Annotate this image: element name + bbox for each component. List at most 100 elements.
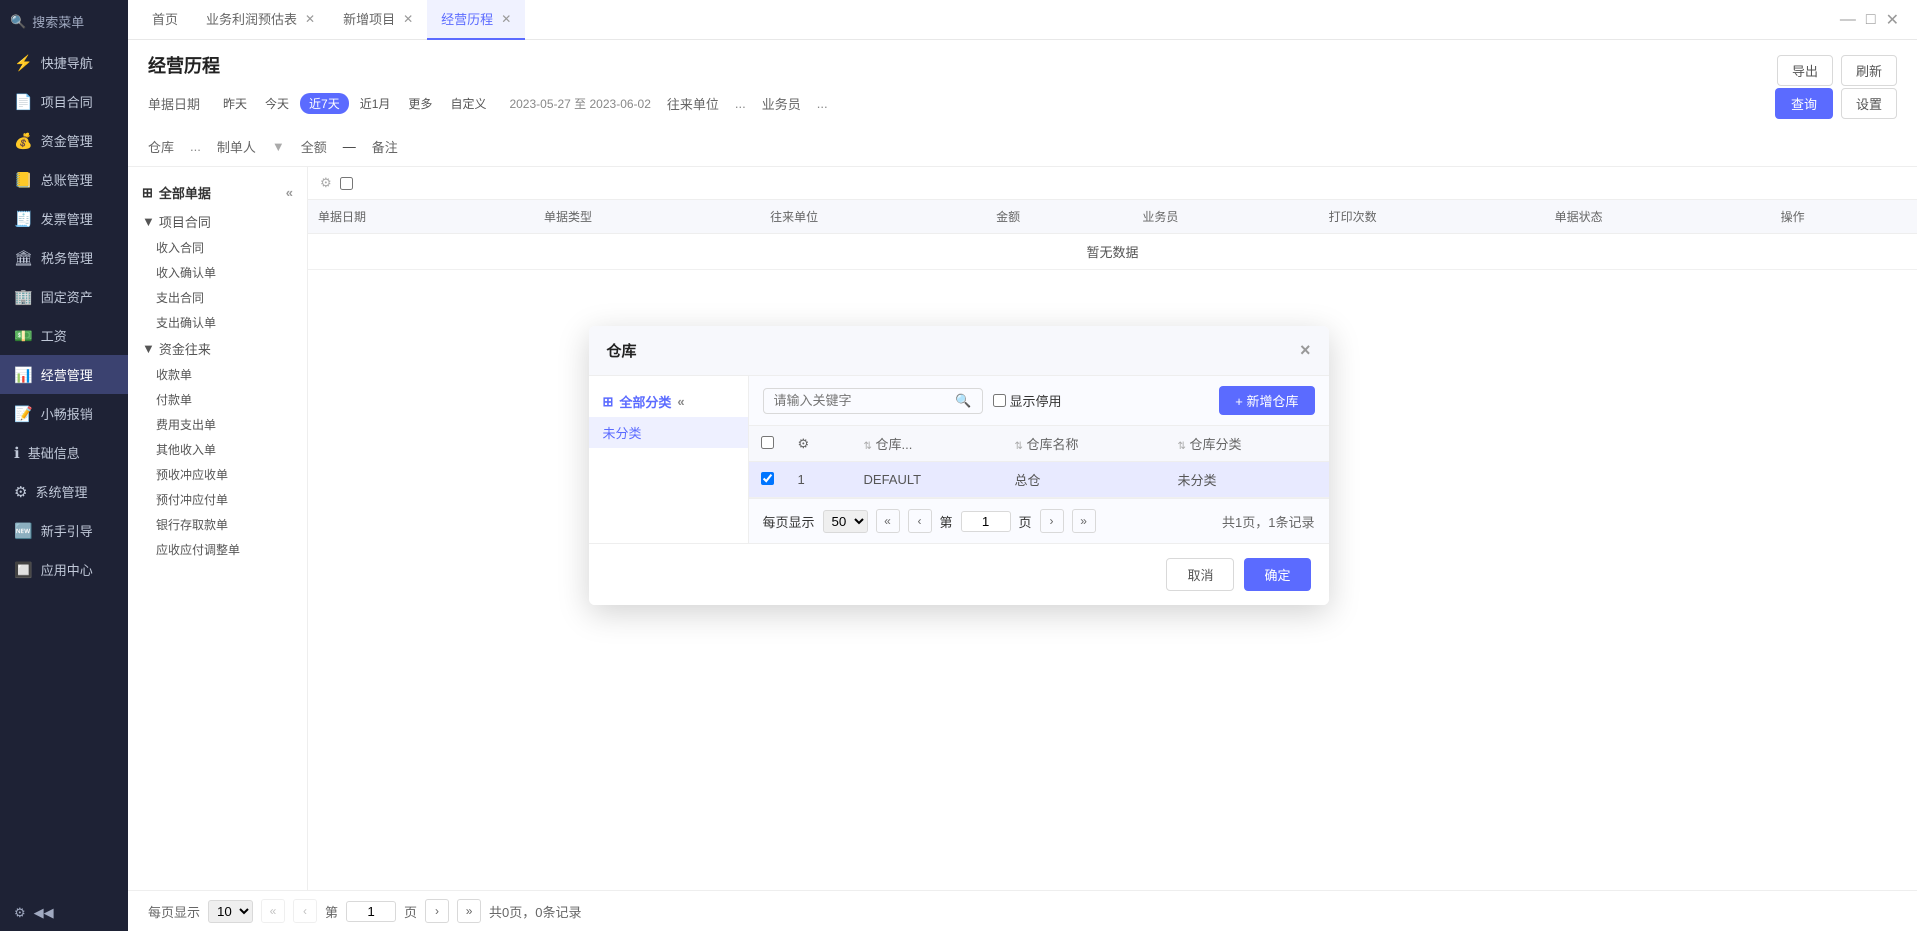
- export-button[interactable]: 导出: [1777, 55, 1833, 86]
- gear-settings-icon[interactable]: ⚙: [320, 175, 332, 191]
- sidebar-item-basic-info[interactable]: ℹ基础信息: [0, 433, 128, 472]
- show-disabled-checkbox[interactable]: [993, 394, 1006, 407]
- nav-child-支出合同[interactable]: 支出合同: [128, 285, 307, 310]
- sidebar-item-invoice-management[interactable]: 🧾发票管理: [0, 199, 128, 238]
- sidebar-item-new-guide[interactable]: 🆕新手引导: [0, 511, 128, 550]
- settings-button[interactable]: 设置: [1841, 88, 1897, 119]
- nav-child-付款单[interactable]: 付款单: [128, 387, 307, 412]
- nav-child-费用支出单[interactable]: 费用支出单: [128, 412, 307, 437]
- row-id: 1: [786, 462, 852, 498]
- nav-child-预付冲应付单[interactable]: 预付冲应付单: [128, 487, 307, 512]
- next-page-btn[interactable]: ›: [425, 899, 449, 923]
- maximize-icon[interactable]: □: [1866, 11, 1876, 29]
- modal-last-page[interactable]: »: [1072, 509, 1096, 533]
- add-warehouse-button[interactable]: + 新增仓库: [1219, 386, 1314, 415]
- modal-left-header: ⊞ 全部分类 «: [589, 386, 748, 417]
- date-btn-更多[interactable]: 更多: [401, 93, 439, 114]
- page-suffix: 页: [404, 902, 417, 921]
- page-input[interactable]: [346, 901, 396, 922]
- page-title: 经营历程: [148, 52, 220, 78]
- salesperson-more[interactable]: ...: [817, 96, 828, 111]
- modal-search-input[interactable]: [774, 393, 952, 408]
- sidebar-item-business-management[interactable]: 📊经营管理: [0, 355, 128, 394]
- amount-dash: —: [343, 139, 356, 154]
- cancel-button[interactable]: 取消: [1166, 558, 1234, 591]
- sidebar-item-wages[interactable]: 💵工资: [0, 316, 128, 355]
- modal-select-all[interactable]: [761, 436, 774, 449]
- nav-child-支出确认单[interactable]: 支出确认单: [128, 310, 307, 335]
- modal-prev-page[interactable]: ‹: [908, 509, 932, 533]
- first-page-btn[interactable]: «: [261, 899, 285, 923]
- row-checkbox[interactable]: [761, 472, 774, 485]
- confirm-button[interactable]: 确定: [1244, 558, 1310, 591]
- sidebar-search[interactable]: 🔍 搜索菜单: [0, 0, 128, 43]
- nav-child-银行存取款单[interactable]: 银行存取款单: [128, 512, 307, 537]
- th-warehouse-category[interactable]: ⇅ 仓库分类: [1166, 426, 1329, 462]
- modal-next-page[interactable]: ›: [1040, 509, 1064, 533]
- settings-icon[interactable]: ⚙: [14, 905, 26, 921]
- left-nav-collapse[interactable]: «: [286, 185, 293, 200]
- show-disabled-label: 显示停用: [993, 391, 1062, 410]
- modal-first-page[interactable]: «: [876, 509, 900, 533]
- prev-page-btn[interactable]: ‹: [293, 899, 317, 923]
- partner-more[interactable]: ...: [735, 96, 746, 111]
- date-btn-自定义[interactable]: 自定义: [443, 93, 493, 114]
- sidebar-item-system-management[interactable]: ⚙系统管理: [0, 472, 128, 511]
- select-all-checkbox[interactable]: [340, 177, 353, 190]
- date-btn-昨天[interactable]: 昨天: [216, 93, 254, 114]
- th-warehouse-name[interactable]: ⇅ 仓库名称: [1003, 426, 1166, 462]
- sound-icon[interactable]: ◀◀: [34, 905, 54, 921]
- tab-close-new-project[interactable]: ✕: [403, 12, 413, 26]
- sidebar-item-xiaochang-report[interactable]: 📝小畅报销: [0, 394, 128, 433]
- table-head: 单据日期单据类型往来单位金额业务员打印次数单据状态操作: [308, 200, 1917, 234]
- per-page-select[interactable]: 10 20 50: [208, 900, 253, 923]
- modal-left-collapse[interactable]: «: [677, 394, 684, 409]
- nav-child-应收应付调整单[interactable]: 应收应付调整单: [128, 537, 307, 562]
- tab-home[interactable]: 首页: [138, 0, 192, 40]
- nav-child-收款单[interactable]: 收款单: [128, 362, 307, 387]
- nav-child-收入确认单[interactable]: 收入确认单: [128, 260, 307, 285]
- modal-category-未分类[interactable]: 未分类: [589, 417, 748, 448]
- nav-section-资金往来[interactable]: ▼资金往来: [128, 335, 307, 362]
- date-btn-今天[interactable]: 今天: [258, 93, 296, 114]
- date-btn-近7天[interactable]: 近7天: [300, 93, 349, 114]
- creator-dropdown[interactable]: ▼: [272, 139, 285, 154]
- th-category-label: 仓库分类: [1190, 437, 1242, 452]
- table-row: 暂无数据: [308, 234, 1917, 270]
- tab-profit-estimate[interactable]: 业务利润预估表✕: [192, 0, 329, 40]
- sidebar-item-fixed-assets[interactable]: 🏢固定资产: [0, 277, 128, 316]
- app-center-icon: 🔲: [14, 561, 33, 579]
- sidebar-item-tax-management[interactable]: 🏛税务管理: [0, 238, 128, 277]
- date-btn-近1月[interactable]: 近1月: [353, 93, 398, 114]
- last-page-btn[interactable]: »: [457, 899, 481, 923]
- all-docs-label[interactable]: 全部单据: [159, 183, 211, 202]
- minimize-icon[interactable]: —: [1840, 11, 1856, 29]
- refresh-button[interactable]: 刷新: [1841, 55, 1897, 86]
- tab-close-profit-estimate[interactable]: ✕: [305, 12, 315, 26]
- query-button[interactable]: 查询: [1775, 88, 1833, 119]
- modal-close-icon[interactable]: ×: [1300, 340, 1311, 361]
- th-warehouse-code[interactable]: ⇅ 仓库...: [852, 426, 1003, 462]
- modal-all-category[interactable]: 全部分类: [619, 392, 671, 411]
- left-nav: ⊞ 全部单据 « ▼项目合同收入合同收入确认单支出合同支出确认单▼资金往来收款单…: [128, 167, 308, 890]
- sidebar-item-app-center[interactable]: 🔲应用中心: [0, 550, 128, 589]
- sidebar-item-quick-nav[interactable]: ⚡快捷导航: [0, 43, 128, 82]
- close-window-icon[interactable]: ✕: [1886, 10, 1899, 30]
- nav-child-其他收入单[interactable]: 其他收入单: [128, 437, 307, 462]
- modal-table-row[interactable]: 1 DEFAULT 总仓 未分类: [749, 462, 1329, 498]
- modal-per-page-select[interactable]: 50 20 10: [823, 510, 868, 533]
- tab-business-history[interactable]: 经营历程✕: [427, 0, 525, 40]
- top-right-icons: — □ ✕: [1840, 10, 1907, 30]
- warehouse-more[interactable]: ...: [190, 139, 201, 154]
- modal-page-input[interactable]: [961, 511, 1011, 532]
- sidebar-item-fund-management[interactable]: 💰资金管理: [0, 121, 128, 160]
- tab-new-project[interactable]: 新增项目✕: [329, 0, 427, 40]
- nav-section-项目合同[interactable]: ▼项目合同: [128, 208, 307, 235]
- tab-close-business-history[interactable]: ✕: [501, 12, 511, 26]
- project-contract-icon: 📄: [14, 93, 33, 111]
- nav-child-预收冲应收单[interactable]: 预收冲应收单: [128, 462, 307, 487]
- nav-child-收入合同[interactable]: 收入合同: [128, 235, 307, 260]
- sidebar-item-project-contract[interactable]: 📄项目合同: [0, 82, 128, 121]
- total-records: 共0页，0条记录: [489, 902, 581, 921]
- sidebar-item-general-ledger[interactable]: 📒总账管理: [0, 160, 128, 199]
